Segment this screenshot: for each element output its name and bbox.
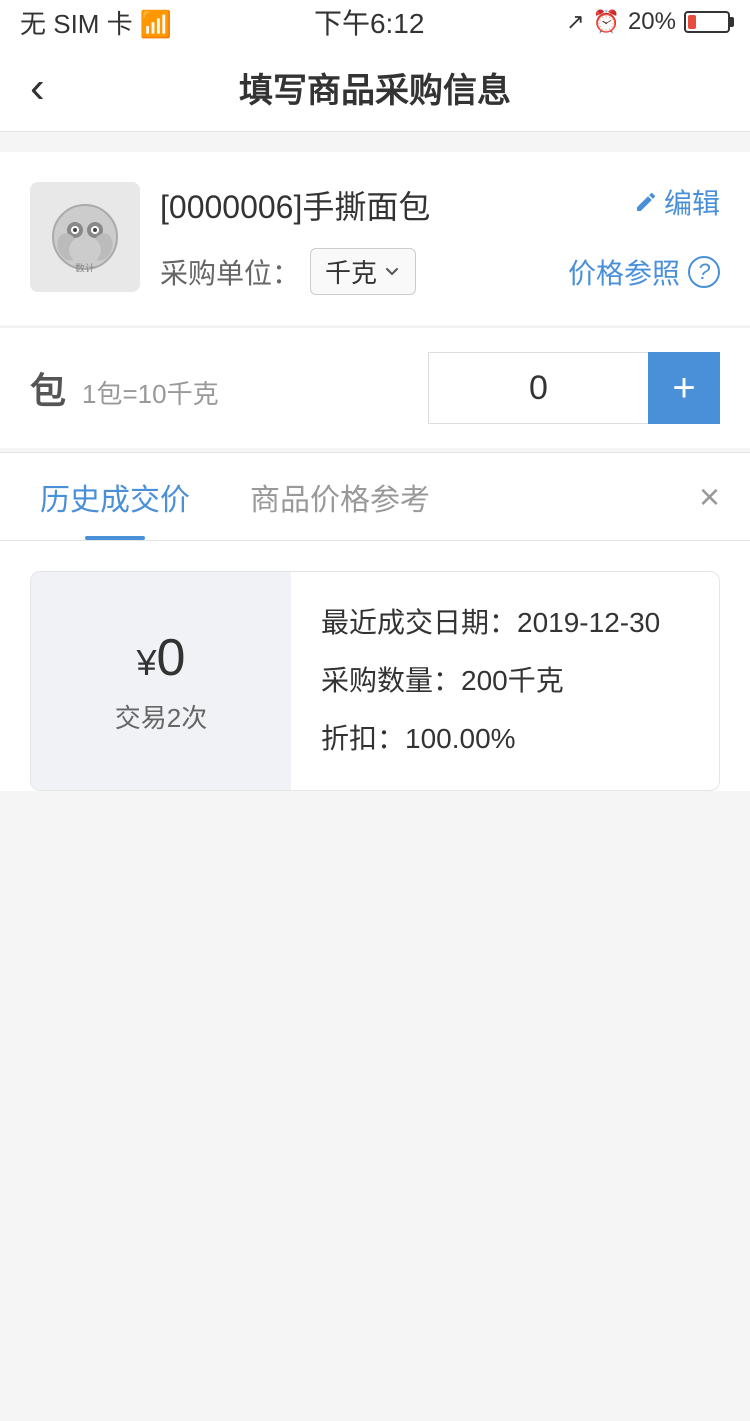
recent-date-label: 最近成交日期： [321, 607, 517, 638]
quantity-conversion: 1包=10千克 [82, 374, 219, 411]
bottom-panel: 历史成交价 商品价格参考 × ¥0 交易2次 最近成交日期：2019-12-30… [0, 452, 750, 791]
quantity-plus-button[interactable]: + [648, 352, 720, 424]
status-bar: 无 SIM 卡 📶 下午6:12 ↗ ⏰ 20% [0, 0, 750, 44]
status-time: 下午6:12 [314, 2, 425, 42]
edit-label: 编辑 [664, 182, 720, 222]
product-card: 数计 [0000006]手撕面包 编辑 采购单位： 千克 [0, 152, 750, 325]
discount-label: 折扣： [321, 723, 405, 754]
nav-bar: ‹ 填写商品采购信息 [0, 44, 750, 132]
recent-date-value: 2019-12-30 [517, 607, 660, 638]
history-card: ¥0 交易2次 最近成交日期：2019-12-30 采购数量：200千克 折扣：… [30, 571, 720, 791]
product-image: 数计 [30, 182, 140, 292]
history-price-value: ¥0 [137, 628, 186, 688]
price-ref-button[interactable]: 价格参照 ? [568, 252, 720, 292]
main-content [0, 821, 750, 1421]
recent-date-row: 最近成交日期：2019-12-30 [321, 602, 689, 644]
discount-row: 折扣：100.00% [321, 718, 689, 760]
product-header: [0000006]手撕面包 编辑 [160, 182, 720, 228]
chevron-down-icon [383, 263, 401, 281]
unit-value: 千克 [325, 253, 377, 290]
page-title: 填写商品采购信息 [239, 63, 511, 112]
quantity-input-group: + [428, 352, 720, 424]
quantity-label: 包 1包=10千克 [30, 362, 219, 414]
currency-symbol: ¥ [137, 642, 157, 683]
quantity-detail-value: 200千克 [461, 665, 564, 696]
unit-select[interactable]: 千克 [310, 248, 416, 295]
price-ref-label: 价格参照 [568, 252, 680, 292]
price-number: 0 [157, 629, 186, 687]
discount-value: 100.00% [405, 723, 516, 754]
tab-bar: 历史成交价 商品价格参考 × [0, 453, 750, 541]
unit-label-text: 采购单位： [160, 252, 300, 292]
quantity-unit: 包 [30, 362, 66, 414]
status-left: 无 SIM 卡 📶 [20, 4, 172, 41]
alarm-icon: ⏰ [593, 9, 620, 35]
product-name: [0000006]手撕面包 [160, 182, 430, 228]
back-button[interactable]: ‹ [30, 53, 55, 123]
tab-history-price[interactable]: 历史成交价 [30, 453, 200, 540]
edit-icon [634, 190, 658, 214]
trade-count: 交易2次 [115, 698, 207, 735]
quantity-row-detail: 采购数量：200千克 [321, 660, 689, 702]
product-unit-row: 采购单位： 千克 价格参照 ? [160, 248, 720, 295]
quantity-input[interactable] [428, 352, 648, 424]
svg-text:数计: 数计 [75, 262, 95, 272]
edit-button[interactable]: 编辑 [634, 182, 720, 222]
product-logo-icon: 数计 [50, 202, 120, 272]
product-info: [0000006]手撕面包 编辑 采购单位： 千克 价格参照 [160, 182, 720, 295]
history-price-section: ¥0 交易2次 [31, 572, 291, 790]
tab-product-price-ref[interactable]: 商品价格参考 [240, 453, 440, 540]
unit-label: 采购单位： 千克 [160, 248, 416, 295]
quantity-row: 包 1包=10千克 + [0, 327, 750, 448]
help-icon: ? [688, 256, 720, 288]
battery-percentage: 20% [628, 8, 676, 36]
status-right: ↗ ⏰ 20% [566, 8, 730, 36]
history-details-section: 最近成交日期：2019-12-30 采购数量：200千克 折扣：100.00% [291, 572, 719, 790]
quantity-detail-label: 采购数量： [321, 665, 461, 696]
battery-icon [684, 11, 730, 33]
panel-close-button[interactable]: × [699, 476, 720, 518]
location-icon: ↗ [566, 9, 584, 35]
